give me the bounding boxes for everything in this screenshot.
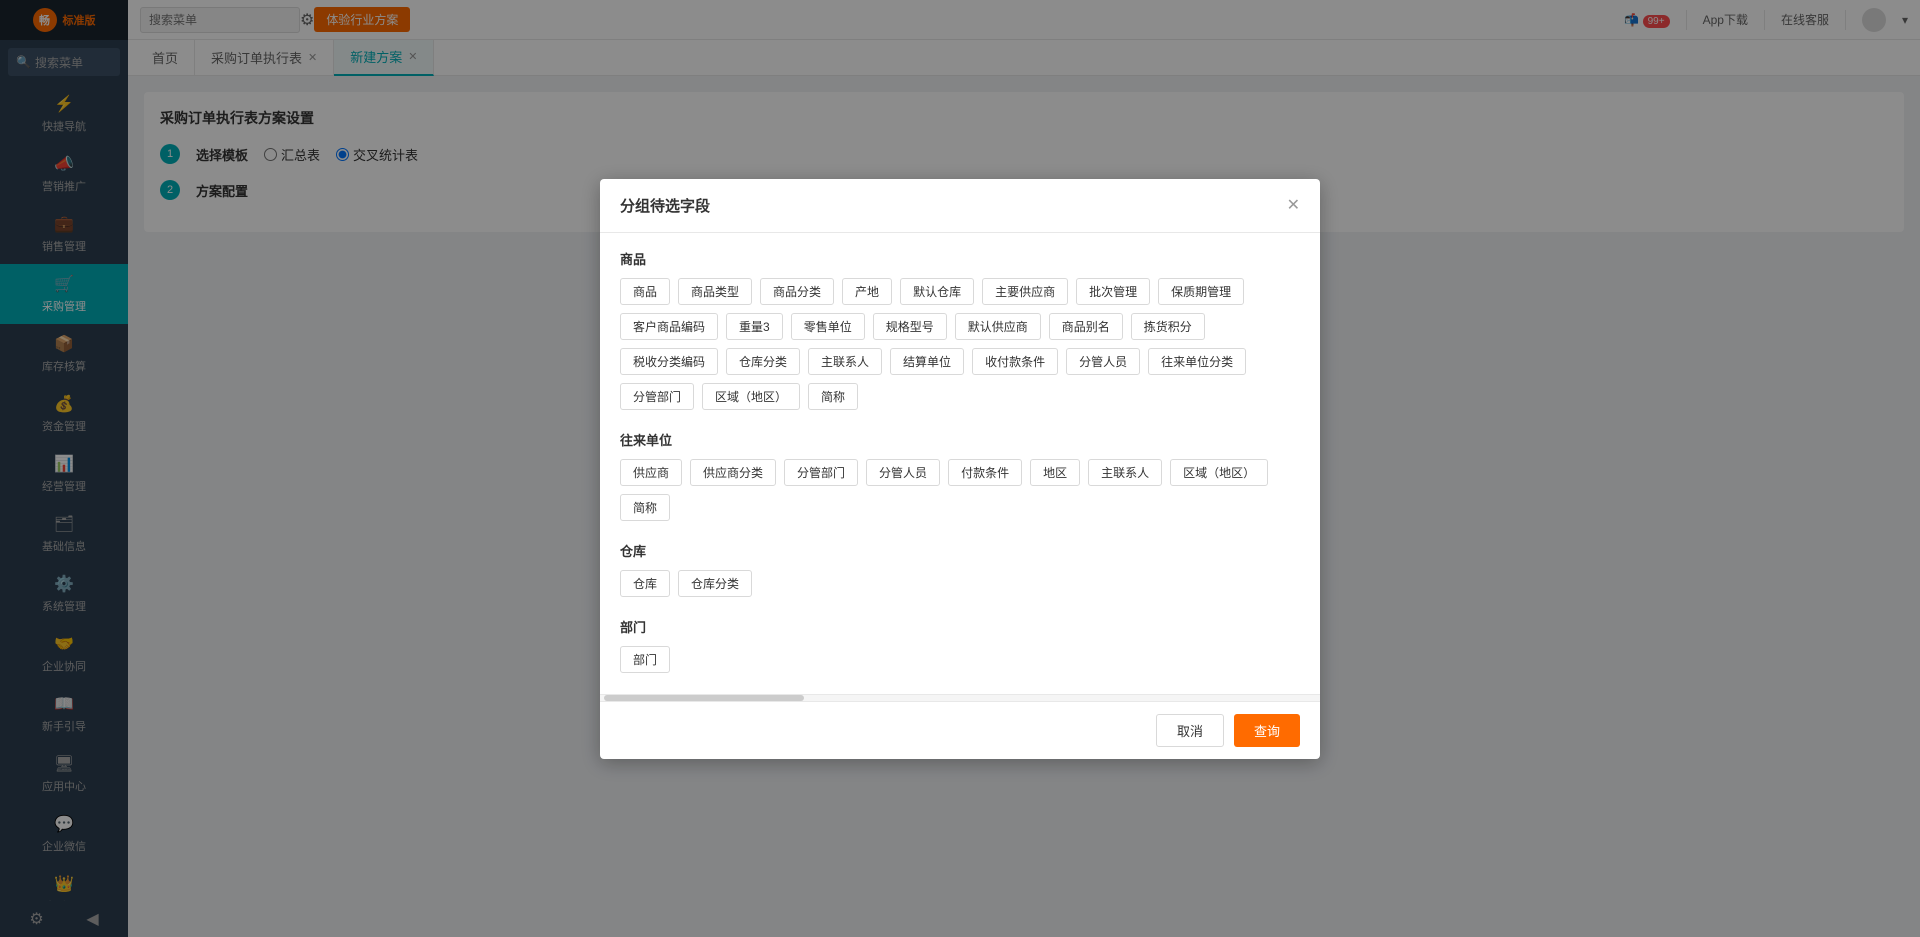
section-warehouse: 仓库 仓库 仓库分类 (620, 541, 1300, 597)
field-tag[interactable]: 主联系人 (1088, 459, 1162, 486)
modal-header: 分组待选字段 ✕ (600, 179, 1320, 233)
modal-close-button[interactable]: ✕ (1287, 195, 1300, 215)
field-tag[interactable]: 部门 (620, 646, 670, 673)
section-department-title: 部门 (620, 617, 1300, 636)
field-tag[interactable]: 分管人员 (1066, 348, 1140, 375)
field-tag[interactable]: 产地 (842, 278, 892, 305)
field-tag[interactable]: 分管部门 (784, 459, 858, 486)
field-tag[interactable]: 拣货积分 (1131, 313, 1205, 340)
field-tag[interactable]: 仓库 (620, 570, 670, 597)
field-tag[interactable]: 区域（地区） (1170, 459, 1268, 486)
modal-body: 商品 商品 商品类型 商品分类 产地 默认仓库 主要供应商 批次管理 保质期管理… (600, 233, 1320, 694)
cancel-button[interactable]: 取消 (1156, 714, 1224, 747)
field-tag[interactable]: 主要供应商 (982, 278, 1068, 305)
field-tag[interactable]: 零售单位 (791, 313, 865, 340)
goods-field-tags: 商品 商品类型 商品分类 产地 默认仓库 主要供应商 批次管理 保质期管理 客户… (620, 278, 1300, 410)
field-tag[interactable]: 分管人员 (866, 459, 940, 486)
field-tag[interactable]: 简称 (808, 383, 858, 410)
field-tag[interactable]: 商品类型 (678, 278, 752, 305)
department-field-tags: 部门 (620, 646, 1300, 673)
field-tag[interactable]: 分管部门 (620, 383, 694, 410)
confirm-button[interactable]: 查询 (1234, 714, 1300, 747)
section-goods-title: 商品 (620, 249, 1300, 268)
field-tag[interactable]: 默认仓库 (900, 278, 974, 305)
section-department: 部门 部门 (620, 617, 1300, 673)
field-tag[interactable]: 收付款条件 (972, 348, 1058, 375)
field-tag[interactable]: 客户商品编码 (620, 313, 718, 340)
section-partner-title: 往来单位 (620, 430, 1300, 449)
modal-footer: 取消 查询 (600, 701, 1320, 759)
field-tag[interactable]: 供应商 (620, 459, 682, 486)
field-tag[interactable]: 供应商分类 (690, 459, 776, 486)
field-tag[interactable]: 简称 (620, 494, 670, 521)
field-tag[interactable]: 商品别名 (1049, 313, 1123, 340)
section-warehouse-title: 仓库 (620, 541, 1300, 560)
field-tag[interactable]: 商品 (620, 278, 670, 305)
field-tag[interactable]: 默认供应商 (955, 313, 1041, 340)
field-tag[interactable]: 付款条件 (948, 459, 1022, 486)
section-partner: 往来单位 供应商 供应商分类 分管部门 分管人员 付款条件 地区 主联系人 区域… (620, 430, 1300, 521)
field-tag[interactable]: 保质期管理 (1158, 278, 1244, 305)
section-goods: 商品 商品 商品类型 商品分类 产地 默认仓库 主要供应商 批次管理 保质期管理… (620, 249, 1300, 410)
partner-field-tags: 供应商 供应商分类 分管部门 分管人员 付款条件 地区 主联系人 区域（地区） … (620, 459, 1300, 521)
field-tag[interactable]: 仓库分类 (678, 570, 752, 597)
field-tag[interactable]: 主联系人 (808, 348, 882, 375)
modal-title: 分组待选字段 (620, 195, 710, 216)
field-tag[interactable]: 区域（地区） (702, 383, 800, 410)
field-tag[interactable]: 规格型号 (873, 313, 947, 340)
field-tag[interactable]: 商品分类 (760, 278, 834, 305)
field-tag[interactable]: 批次管理 (1076, 278, 1150, 305)
field-tag[interactable]: 重量3 (726, 313, 783, 340)
warehouse-field-tags: 仓库 仓库分类 (620, 570, 1300, 597)
modal-horizontal-scroll[interactable] (600, 694, 1320, 701)
field-tag[interactable]: 往来单位分类 (1148, 348, 1246, 375)
field-selection-modal: 分组待选字段 ✕ 商品 商品 商品类型 商品分类 产地 默认仓库 主要供应商 批… (600, 179, 1320, 759)
field-tag[interactable]: 仓库分类 (726, 348, 800, 375)
field-tag[interactable]: 结算单位 (890, 348, 964, 375)
modal-overlay[interactable]: 分组待选字段 ✕ 商品 商品 商品类型 商品分类 产地 默认仓库 主要供应商 批… (0, 0, 1920, 937)
field-tag[interactable]: 地区 (1030, 459, 1080, 486)
field-tag[interactable]: 税收分类编码 (620, 348, 718, 375)
